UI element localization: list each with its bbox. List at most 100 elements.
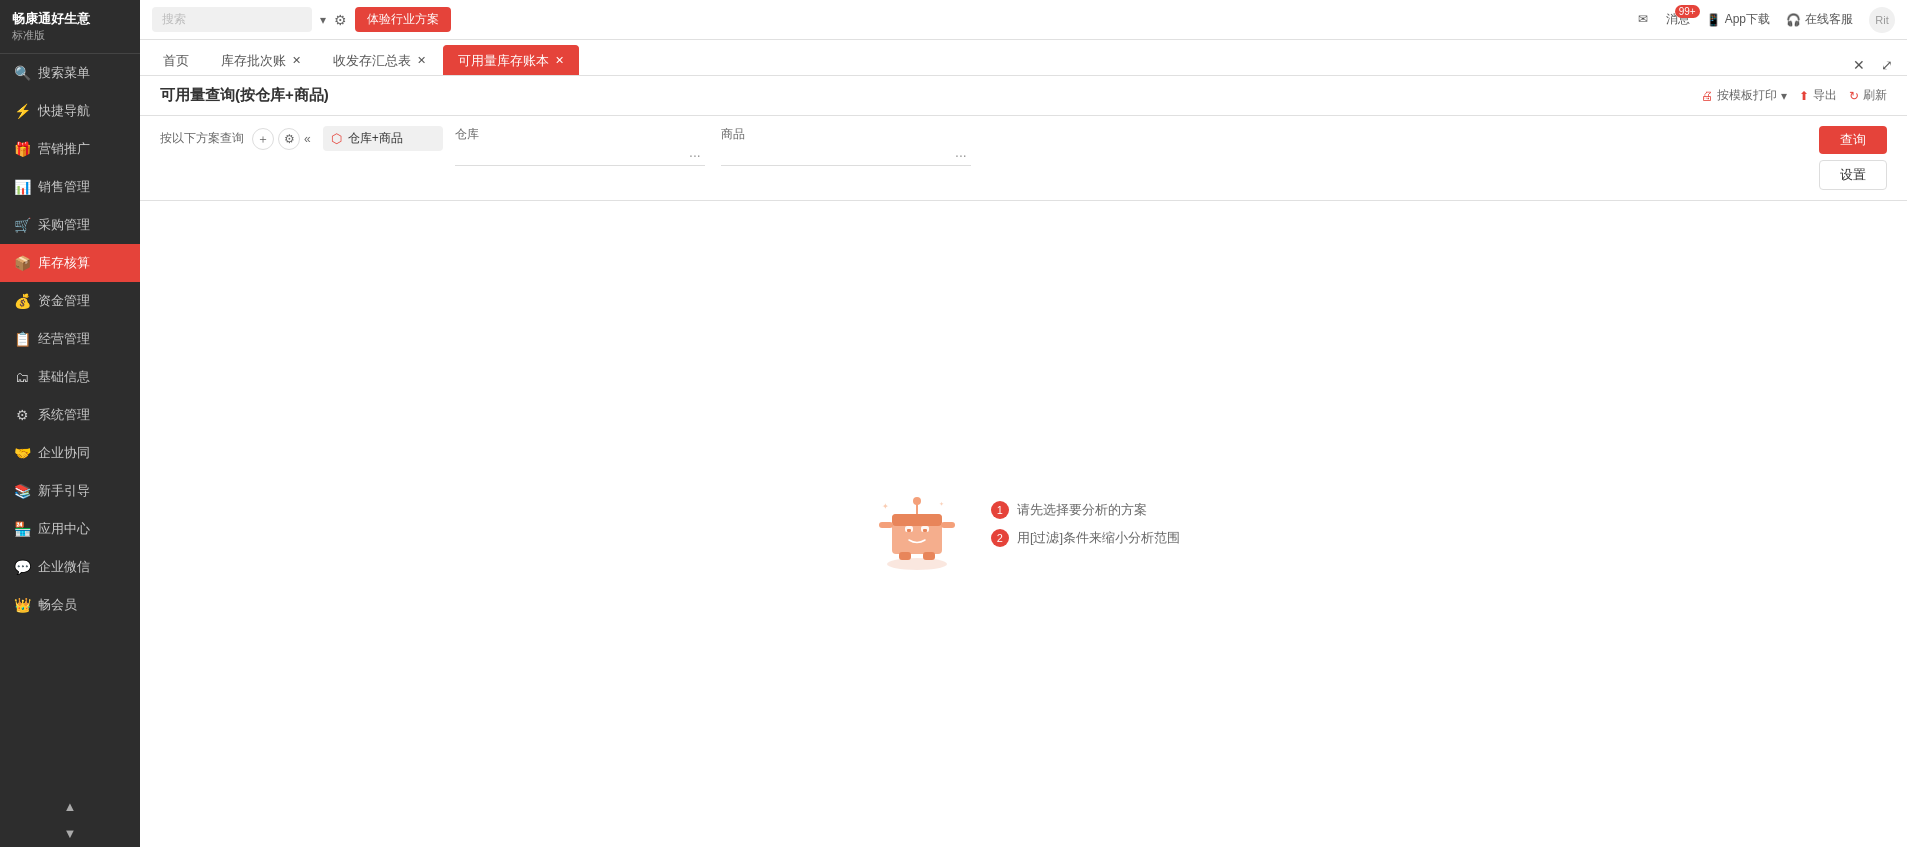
warehouse-input-wrap[interactable]: ··· bbox=[455, 145, 705, 166]
filter-scheme-item[interactable]: ⬡ 仓库+商品 bbox=[323, 126, 443, 151]
refresh-btn[interactable]: ↻ 刷新 bbox=[1849, 87, 1887, 104]
content: 可用量查询(按仓库+商品) 🖨 按模板打印 ▾ ⬆ 导出 ↻ 刷新 bbox=[140, 76, 1907, 847]
sidebar-item-fund[interactable]: 💰 资金管理 bbox=[0, 282, 140, 320]
tab-home[interactable]: 首页 bbox=[148, 45, 204, 75]
tab-batch-account-label: 库存批次账 bbox=[221, 52, 286, 70]
basic-info-icon: 🗂 bbox=[14, 369, 30, 385]
filter-area: 按以下方案查询 ＋ ⚙ « ⬡ 仓库+商品 仓库 ··· bbox=[140, 116, 1907, 201]
warehouse-input[interactable] bbox=[459, 148, 685, 162]
sidebar-item-label: 快捷导航 bbox=[38, 102, 90, 120]
tab-collect-summary-label: 收发存汇总表 bbox=[333, 52, 411, 70]
sidebar-item-label: 经营管理 bbox=[38, 330, 90, 348]
app-download-btn[interactable]: 📱 App下载 bbox=[1706, 11, 1770, 28]
sidebar-item-label: 应用中心 bbox=[38, 520, 90, 538]
settings-btn[interactable]: 设置 bbox=[1819, 160, 1887, 190]
sidebar-item-new-guide[interactable]: 📚 新手引导 bbox=[0, 472, 140, 510]
tab-batch-account[interactable]: 库存批次账 ✕ bbox=[206, 45, 316, 75]
sidebar-item-label: 库存核算 bbox=[38, 254, 90, 272]
marketing-icon: 🎁 bbox=[14, 141, 30, 157]
sidebar-scroll-down[interactable]: ▼ bbox=[0, 820, 140, 847]
filter-collapse-btn[interactable]: « bbox=[304, 132, 311, 146]
user-avatar[interactable]: Rit bbox=[1869, 7, 1895, 33]
sidebar-item-enterprise-coop[interactable]: 🤝 企业协同 bbox=[0, 434, 140, 472]
scheme-icon: ⬡ bbox=[331, 131, 342, 146]
product-input-wrap[interactable]: ··· bbox=[721, 145, 971, 166]
empty-state: ✦ ✦ 1 请先选择要分析的方案 2 用[过滤]条件来缩小分析范围 bbox=[140, 201, 1907, 847]
vip-icon: 👑 bbox=[14, 597, 30, 613]
filter-field-product: 商品 ··· bbox=[721, 126, 971, 166]
trial-btn[interactable]: 体验行业方案 bbox=[355, 7, 451, 32]
sidebar-item-purchase[interactable]: 🛒 采购管理 bbox=[0, 206, 140, 244]
tab-available-ledger-close[interactable]: ✕ bbox=[555, 55, 564, 66]
online-service-label: 在线客服 bbox=[1805, 11, 1853, 28]
empty-tip-2: 2 用[过滤]条件来缩小分析范围 bbox=[991, 529, 1180, 547]
tab-collect-summary[interactable]: 收发存汇总表 ✕ bbox=[318, 45, 441, 75]
svg-rect-2 bbox=[892, 514, 942, 526]
online-service-icon: 🎧 bbox=[1786, 13, 1801, 27]
export-btn[interactable]: ⬆ 导出 bbox=[1799, 87, 1837, 104]
warehouse-more-icon[interactable]: ··· bbox=[689, 147, 701, 163]
sales-icon: 📊 bbox=[14, 179, 30, 195]
sidebar-item-label: 企业微信 bbox=[38, 558, 90, 576]
filter-settings-btn[interactable]: ⚙ bbox=[278, 128, 300, 150]
fund-icon: 💰 bbox=[14, 293, 30, 309]
tab-collect-summary-close[interactable]: ✕ bbox=[417, 55, 426, 66]
svg-rect-6 bbox=[923, 529, 927, 532]
sidebar-item-label: 企业协同 bbox=[38, 444, 90, 462]
print-template-btn[interactable]: 🖨 按模板打印 ▾ bbox=[1701, 87, 1787, 104]
empty-tips: 1 请先选择要分析的方案 2 用[过滤]条件来缩小分析范围 bbox=[991, 501, 1180, 547]
product-input[interactable] bbox=[725, 148, 951, 162]
topbar: 搜索 ▾ ⚙ 体验行业方案 ✉ 99+ 消息 📱 App下载 🎧 在线客服 Ri… bbox=[140, 0, 1907, 40]
purchase-icon: 🛒 bbox=[14, 217, 30, 233]
sidebar-item-app-center[interactable]: 🏪 应用中心 bbox=[0, 510, 140, 548]
sidebar-item-inventory[interactable]: 📦 库存核算 bbox=[0, 244, 140, 282]
sidebar-item-sys-mgmt[interactable]: ⚙ 系统管理 bbox=[0, 396, 140, 434]
sidebar-item-label: 资金管理 bbox=[38, 292, 90, 310]
print-template-label: 按模板打印 bbox=[1717, 87, 1777, 104]
tab-expand-btn[interactable]: ⤢ bbox=[1875, 55, 1899, 75]
topbar-search-display: 搜索 bbox=[152, 7, 312, 32]
empty-tip-1: 1 请先选择要分析的方案 bbox=[991, 501, 1180, 519]
sidebar-item-ops[interactable]: 📋 经营管理 bbox=[0, 320, 140, 358]
sidebar-item-quick-nav[interactable]: ⚡ 快捷导航 bbox=[0, 92, 140, 130]
inventory-icon: 📦 bbox=[14, 255, 30, 271]
sidebar-item-search-menu[interactable]: 🔍 搜索菜单 bbox=[0, 54, 140, 92]
sidebar-item-basic-info[interactable]: 🗂 基础信息 bbox=[0, 358, 140, 396]
sidebar-item-vip[interactable]: 👑 畅会员 bbox=[0, 586, 140, 624]
sidebar-item-sales[interactable]: 📊 销售管理 bbox=[0, 168, 140, 206]
svg-rect-7 bbox=[879, 522, 893, 528]
topbar-dropdown-btn[interactable]: ▾ bbox=[320, 13, 326, 27]
sidebar-nav: 🔍 搜索菜单 ⚡ 快捷导航 🎁 营销推广 📊 销售管理 🛒 采购管理 📦 库存核… bbox=[0, 54, 140, 793]
query-btn[interactable]: 查询 bbox=[1819, 126, 1887, 154]
message-btn[interactable]: ✉ 99+ 消息 bbox=[1638, 11, 1689, 28]
product-more-icon[interactable]: ··· bbox=[955, 147, 967, 163]
tab-available-ledger[interactable]: 可用量库存账本 ✕ bbox=[443, 45, 579, 75]
scheme-label: 仓库+商品 bbox=[348, 130, 403, 147]
sidebar-scroll-up[interactable]: ▲ bbox=[0, 793, 140, 820]
empty-tip-1-text: 请先选择要分析的方案 bbox=[1017, 501, 1147, 519]
online-service-btn[interactable]: 🎧 在线客服 bbox=[1786, 11, 1853, 28]
sidebar-item-enterprise-wechat[interactable]: 💬 企业微信 bbox=[0, 548, 140, 586]
tab-close-all-btn[interactable]: ✕ bbox=[1847, 55, 1871, 75]
print-dropdown-icon[interactable]: ▾ bbox=[1781, 89, 1787, 103]
sidebar: 畅康通好生意 标准版 🔍 搜索菜单 ⚡ 快捷导航 🎁 营销推广 📊 销售管理 🛒… bbox=[0, 0, 140, 847]
tab-batch-account-close[interactable]: ✕ bbox=[292, 55, 301, 66]
main-area: 搜索 ▾ ⚙ 体验行业方案 ✉ 99+ 消息 📱 App下载 🎧 在线客服 Ri… bbox=[140, 0, 1907, 847]
sidebar-item-label: 基础信息 bbox=[38, 368, 90, 386]
filter-label: 按以下方案查询 bbox=[160, 130, 244, 147]
message-icon: ✉ bbox=[1638, 12, 1648, 26]
empty-illustration: ✦ ✦ bbox=[867, 474, 967, 574]
product-field-label: 商品 bbox=[721, 126, 971, 143]
filter-actions: ＋ ⚙ « bbox=[252, 128, 311, 150]
page-header: 可用量查询(按仓库+商品) 🖨 按模板打印 ▾ ⬆ 导出 ↻ 刷新 bbox=[140, 76, 1907, 116]
page-title: 可用量查询(按仓库+商品) bbox=[160, 86, 329, 105]
svg-point-12 bbox=[913, 497, 921, 505]
svg-text:✦: ✦ bbox=[939, 501, 944, 507]
filter-add-btn[interactable]: ＋ bbox=[252, 128, 274, 150]
refresh-label: 刷新 bbox=[1863, 87, 1887, 104]
topbar-gear-icon[interactable]: ⚙ bbox=[334, 12, 347, 28]
app-center-icon: 🏪 bbox=[14, 521, 30, 537]
svg-rect-10 bbox=[923, 552, 935, 560]
tabbar: 首页 库存批次账 ✕ 收发存汇总表 ✕ 可用量库存账本 ✕ ✕ ⤢ bbox=[140, 40, 1907, 76]
sidebar-item-marketing[interactable]: 🎁 营销推广 bbox=[0, 130, 140, 168]
